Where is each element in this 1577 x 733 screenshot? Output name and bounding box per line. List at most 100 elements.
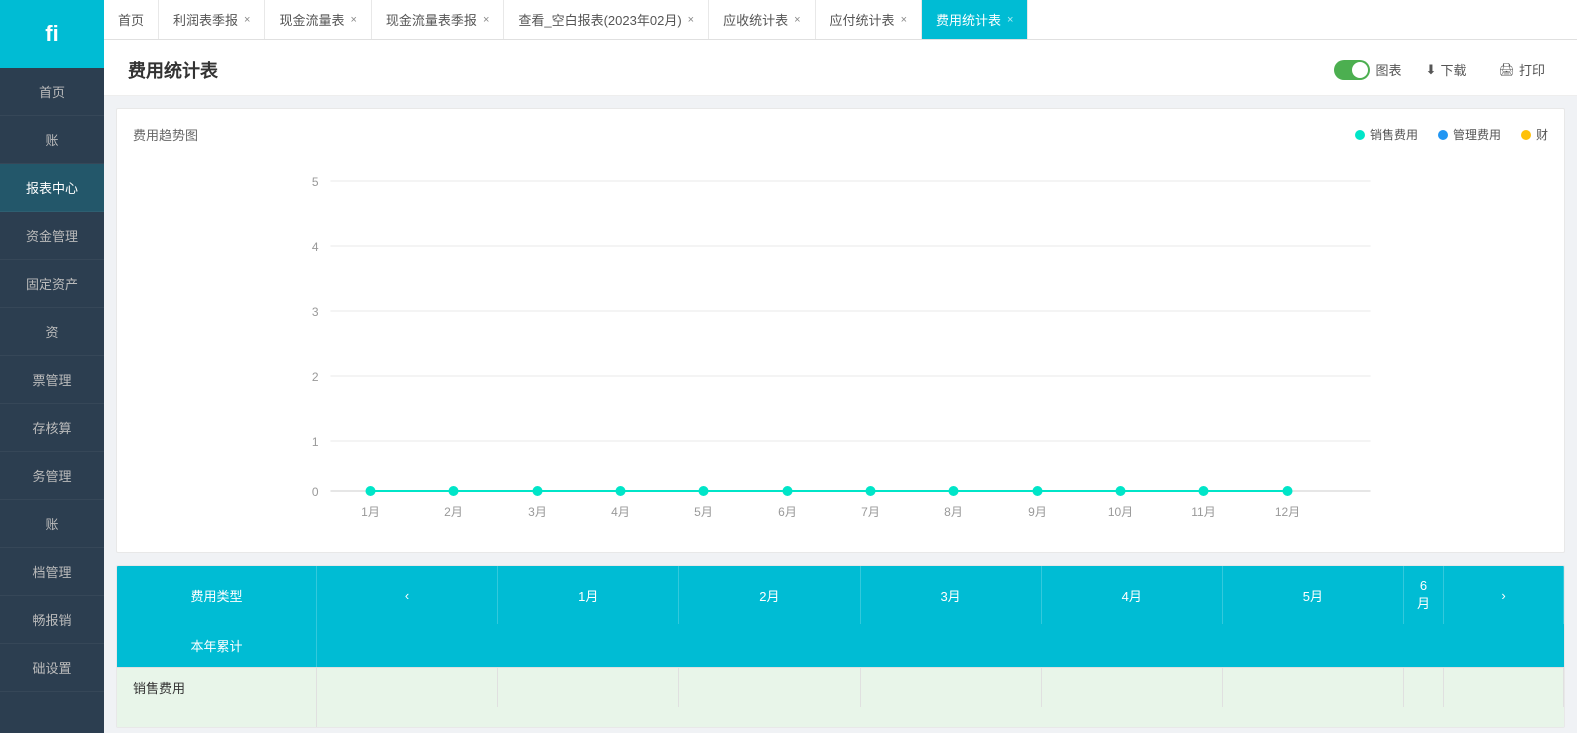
svg-text:9月: 9月 bbox=[1028, 505, 1047, 519]
page-title: 费用统计表 bbox=[128, 57, 218, 83]
svg-text:11月: 11月 bbox=[1191, 505, 1215, 519]
svg-text:1: 1 bbox=[312, 435, 319, 449]
tab-close-receivable[interactable]: × bbox=[794, 14, 800, 26]
sidebar-item-settings[interactable]: 础设置 bbox=[0, 644, 104, 692]
tab-bar: 首页 利润表季报 × 现金流量表 × 现金流量表季报 × 查看_空白报表(202… bbox=[104, 0, 1577, 40]
th-month3: 3月 bbox=[861, 566, 1042, 624]
sidebar-item-ledger[interactable]: 账 bbox=[0, 500, 104, 548]
th-nav-next[interactable]: › bbox=[1444, 566, 1564, 624]
svg-text:0: 0 bbox=[312, 485, 319, 499]
sidebar-logo: fi bbox=[0, 0, 104, 68]
svg-text:3月: 3月 bbox=[528, 505, 547, 519]
chart-legend: 销售费用 管理费用 财 bbox=[1355, 126, 1548, 143]
svg-text:8月: 8月 bbox=[944, 505, 963, 519]
tab-expense[interactable]: 费用统计表 × bbox=[922, 0, 1028, 40]
tab-home[interactable]: 首页 bbox=[104, 0, 159, 40]
td-empty-nav bbox=[317, 668, 498, 707]
tab-payable[interactable]: 应付统计表 × bbox=[816, 0, 922, 40]
tab-cashflow-quarterly[interactable]: 现金流量表季报 × bbox=[372, 0, 504, 40]
svg-text:2: 2 bbox=[312, 370, 319, 384]
toggle-label-text: 图表 bbox=[1376, 60, 1402, 79]
legend-dot-finance bbox=[1521, 130, 1531, 140]
svg-text:4月: 4月 bbox=[611, 505, 630, 519]
chart-title: 费用趋势图 bbox=[133, 125, 198, 144]
table-section: 费用类型 ‹ 1月 2月 3月 4月 5月 6月 › 本年累计 销售费用 bbox=[116, 565, 1565, 728]
download-button[interactable]: ⬇ 下载 bbox=[1418, 56, 1475, 83]
td-m4 bbox=[1042, 668, 1223, 707]
td-m1 bbox=[498, 668, 679, 707]
tab-close-profit-quarterly[interactable]: × bbox=[244, 14, 250, 26]
legend-sales: 销售费用 bbox=[1355, 126, 1418, 143]
download-label: 下载 bbox=[1440, 60, 1466, 79]
sidebar-item-inventory[interactable]: 存核算 bbox=[0, 404, 104, 452]
legend-label-finance: 财 bbox=[1536, 126, 1548, 143]
td-m2 bbox=[679, 668, 860, 707]
svg-text:1月: 1月 bbox=[361, 505, 380, 519]
chart-toggle[interactable]: 图表 bbox=[1334, 60, 1402, 80]
svg-text:12月: 12月 bbox=[1275, 505, 1300, 519]
svg-text:3: 3 bbox=[312, 305, 319, 319]
tab-close-expense[interactable]: × bbox=[1007, 14, 1013, 26]
tab-close-cashflow[interactable]: × bbox=[350, 14, 356, 26]
sidebar-item-reports[interactable]: 报表中心 bbox=[0, 164, 104, 212]
svg-text:10月: 10月 bbox=[1108, 505, 1133, 519]
toggle-switch[interactable] bbox=[1334, 60, 1370, 80]
chart-container: 5 4 3 2 1 0 bbox=[133, 156, 1548, 536]
next-arrow-icon[interactable]: › bbox=[1501, 588, 1505, 603]
sidebar-item-expense[interactable]: 畅报销 bbox=[0, 596, 104, 644]
line-chart: 5 4 3 2 1 0 bbox=[133, 156, 1548, 526]
tab-profit-quarterly[interactable]: 利润表季报 × bbox=[159, 0, 265, 40]
th-total: 本年累计 bbox=[117, 624, 317, 667]
td-m3 bbox=[861, 668, 1042, 707]
chart-header: 费用趋势图 销售费用 管理费用 财 bbox=[133, 125, 1548, 144]
header-actions: 图表 ⬇ 下载 🖨 打印 bbox=[1334, 56, 1553, 83]
chart-section: 费用趋势图 销售费用 管理费用 财 bbox=[116, 108, 1565, 553]
th-month2: 2月 bbox=[679, 566, 860, 624]
td-m5 bbox=[1223, 668, 1404, 707]
legend-dot-admin bbox=[1438, 130, 1448, 140]
legend-dot-sales bbox=[1355, 130, 1365, 140]
svg-text:7月: 7月 bbox=[861, 505, 880, 519]
legend-label-admin: 管理费用 bbox=[1453, 126, 1501, 143]
th-month6: 6月 bbox=[1404, 566, 1444, 624]
sidebar-item-service[interactable]: 务管理 bbox=[0, 452, 104, 500]
main-area: 首页 利润表季报 × 现金流量表 × 现金流量表季报 × 查看_空白报表(202… bbox=[104, 0, 1577, 733]
td-total bbox=[1444, 668, 1564, 707]
sidebar-item-archive[interactable]: 档管理 bbox=[0, 548, 104, 596]
svg-text:2月: 2月 bbox=[444, 505, 463, 519]
sidebar: fi 首页 账 报表中心 资金管理 固定资产 资 票管理 存核算 务管理 账 档… bbox=[0, 0, 104, 733]
print-button[interactable]: 🖨 打印 bbox=[1490, 56, 1553, 83]
legend-admin: 管理费用 bbox=[1438, 126, 1501, 143]
sidebar-item-resource[interactable]: 资 bbox=[0, 308, 104, 356]
table-row: 销售费用 bbox=[117, 667, 1564, 727]
svg-text:4: 4 bbox=[312, 240, 319, 254]
legend-finance: 财 bbox=[1521, 126, 1548, 143]
tab-receivable[interactable]: 应收统计表 × bbox=[709, 0, 815, 40]
svg-text:5月: 5月 bbox=[694, 505, 713, 519]
svg-text:6月: 6月 bbox=[778, 505, 797, 519]
tab-cashflow[interactable]: 现金流量表 × bbox=[265, 0, 371, 40]
content-area: 费用统计表 图表 ⬇ 下载 🖨 打印 费用趋势图 bbox=[104, 40, 1577, 733]
sidebar-item-account[interactable]: 账 bbox=[0, 116, 104, 164]
td-ytd bbox=[117, 707, 317, 727]
th-nav-prev[interactable]: ‹ bbox=[317, 566, 498, 624]
tab-blank-report[interactable]: 查看_空白报表(2023年02月) × bbox=[504, 0, 709, 40]
tab-close-cashflow-quarterly[interactable]: × bbox=[483, 14, 489, 26]
table-header: 费用类型 ‹ 1月 2月 3月 4月 5月 6月 › 本年累计 bbox=[117, 566, 1564, 667]
th-type: 费用类型 bbox=[117, 566, 317, 624]
th-month5: 5月 bbox=[1223, 566, 1404, 624]
th-month1: 1月 bbox=[498, 566, 679, 624]
prev-arrow-icon[interactable]: ‹ bbox=[405, 588, 409, 603]
tab-close-payable[interactable]: × bbox=[901, 14, 907, 26]
legend-label-sales: 销售费用 bbox=[1370, 126, 1418, 143]
print-label: 打印 bbox=[1519, 60, 1545, 79]
sidebar-item-invoice[interactable]: 票管理 bbox=[0, 356, 104, 404]
page-header: 费用统计表 图表 ⬇ 下载 🖨 打印 bbox=[104, 40, 1577, 96]
tab-close-blank-report[interactable]: × bbox=[688, 14, 694, 26]
svg-text:5: 5 bbox=[312, 175, 319, 189]
td-type: 销售费用 bbox=[117, 668, 317, 707]
print-icon: 🖨 bbox=[1498, 62, 1515, 78]
sidebar-item-fund[interactable]: 资金管理 bbox=[0, 212, 104, 260]
sidebar-item-assets[interactable]: 固定资产 bbox=[0, 260, 104, 308]
sidebar-item-home[interactable]: 首页 bbox=[0, 68, 104, 116]
